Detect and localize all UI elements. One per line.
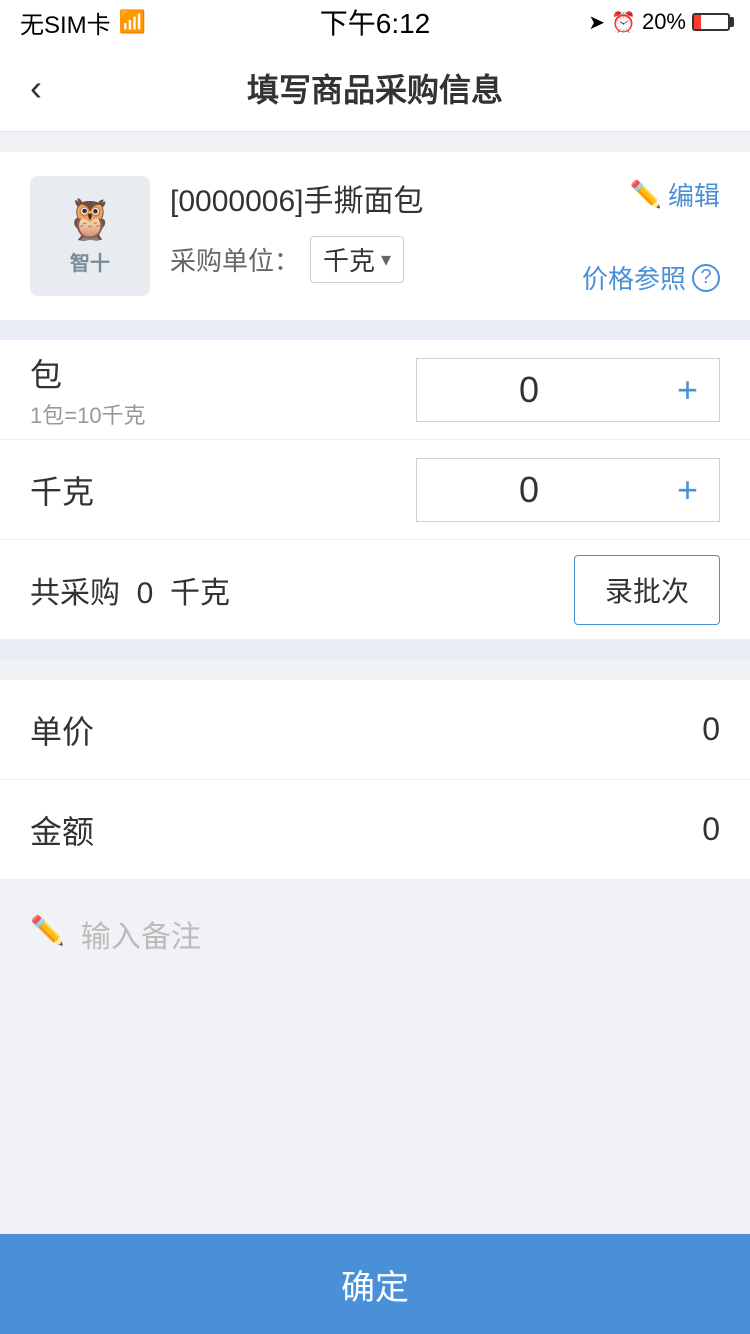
record-batch-button[interactable]: 录批次 (574, 555, 720, 625)
bag-plus-button[interactable]: + (656, 358, 720, 422)
dropdown-arrow-icon: ▾ (381, 247, 391, 272)
product-card: 🦉 智十 [0000006]手撕面包 采购单位： 千克 ▾ ✏️ 编辑 价格参照… (0, 152, 750, 320)
confirm-button-label: 确定 (341, 1260, 409, 1309)
bag-input-row: 包 1包=10千克 + (0, 340, 750, 440)
confirm-button[interactable]: 确定 (0, 1234, 750, 1334)
carrier-text: 无SIM卡 (20, 5, 111, 40)
edit-button[interactable]: ✏️ 编辑 (630, 176, 720, 213)
info-section: 单价 0 金额 0 (0, 680, 750, 880)
amount-row: 金额 0 (0, 780, 750, 880)
pencil-icon: ✏️ (30, 914, 65, 947)
unit-label-text: 采购单位： (170, 241, 300, 278)
bottom-spacer (0, 986, 750, 1246)
unit-price-label: 单价 (30, 707, 702, 753)
edit-icon: ✏️ (630, 179, 662, 210)
kg-label: 千克 (30, 467, 170, 513)
price-ref-label: 价格参照 (582, 259, 686, 296)
bag-label: 包 1包=10千克 (30, 350, 170, 430)
summary-amount: 0 (137, 577, 154, 610)
notes-area[interactable]: ✏️ 输入备注 (0, 882, 750, 986)
brand-text: 智十 (70, 247, 110, 276)
back-button[interactable]: ‹ (30, 67, 42, 109)
price-ref-button[interactable]: 价格参照 ? (582, 259, 720, 296)
unit-value: 千克 (323, 241, 375, 278)
summary-row: 共采购 0 千克 录批次 (0, 540, 750, 640)
kg-input-row: 千克 + (0, 440, 750, 540)
bag-quantity-input[interactable] (416, 358, 656, 422)
kg-plus-button[interactable]: + (656, 458, 720, 522)
nav-bar: ‹ 填写商品采购信息 (0, 44, 750, 132)
amount-label: 金额 (30, 807, 702, 853)
unit-price-row: 单价 0 (0, 680, 750, 780)
bag-input-right: + (416, 358, 720, 422)
status-left: 无SIM卡 📶 (20, 5, 146, 40)
kg-input-right: + (416, 458, 720, 522)
battery-percent: 20% (642, 9, 686, 35)
wifi-icon: 📶 (119, 9, 146, 35)
input-section: 包 1包=10千克 + 千克 + (0, 340, 750, 540)
section-divider-1 (0, 320, 750, 340)
status-right: ➤ ⏰ 20% (588, 9, 730, 35)
amount-value: 0 (702, 811, 720, 848)
page-title: 填写商品采购信息 (247, 65, 503, 111)
status-time: 下午6:12 (320, 2, 431, 42)
unit-selector[interactable]: 千克 ▾ (310, 236, 404, 283)
kg-quantity-input[interactable] (416, 458, 656, 522)
location-icon: ➤ (588, 10, 605, 35)
summary-text: 共采购 0 千克 (30, 568, 574, 612)
battery-icon (692, 13, 730, 31)
alarm-icon: ⏰ (611, 10, 636, 35)
section-divider-2 (0, 640, 750, 660)
notes-placeholder: 输入备注 (81, 912, 201, 956)
product-image: 🦉 智十 (30, 176, 150, 296)
owl-icon: 🦉 (65, 196, 115, 243)
status-bar: 无SIM卡 📶 下午6:12 ➤ ⏰ 20% (0, 0, 750, 44)
unit-price-value: 0 (702, 711, 720, 748)
info-icon: ? (692, 264, 720, 292)
